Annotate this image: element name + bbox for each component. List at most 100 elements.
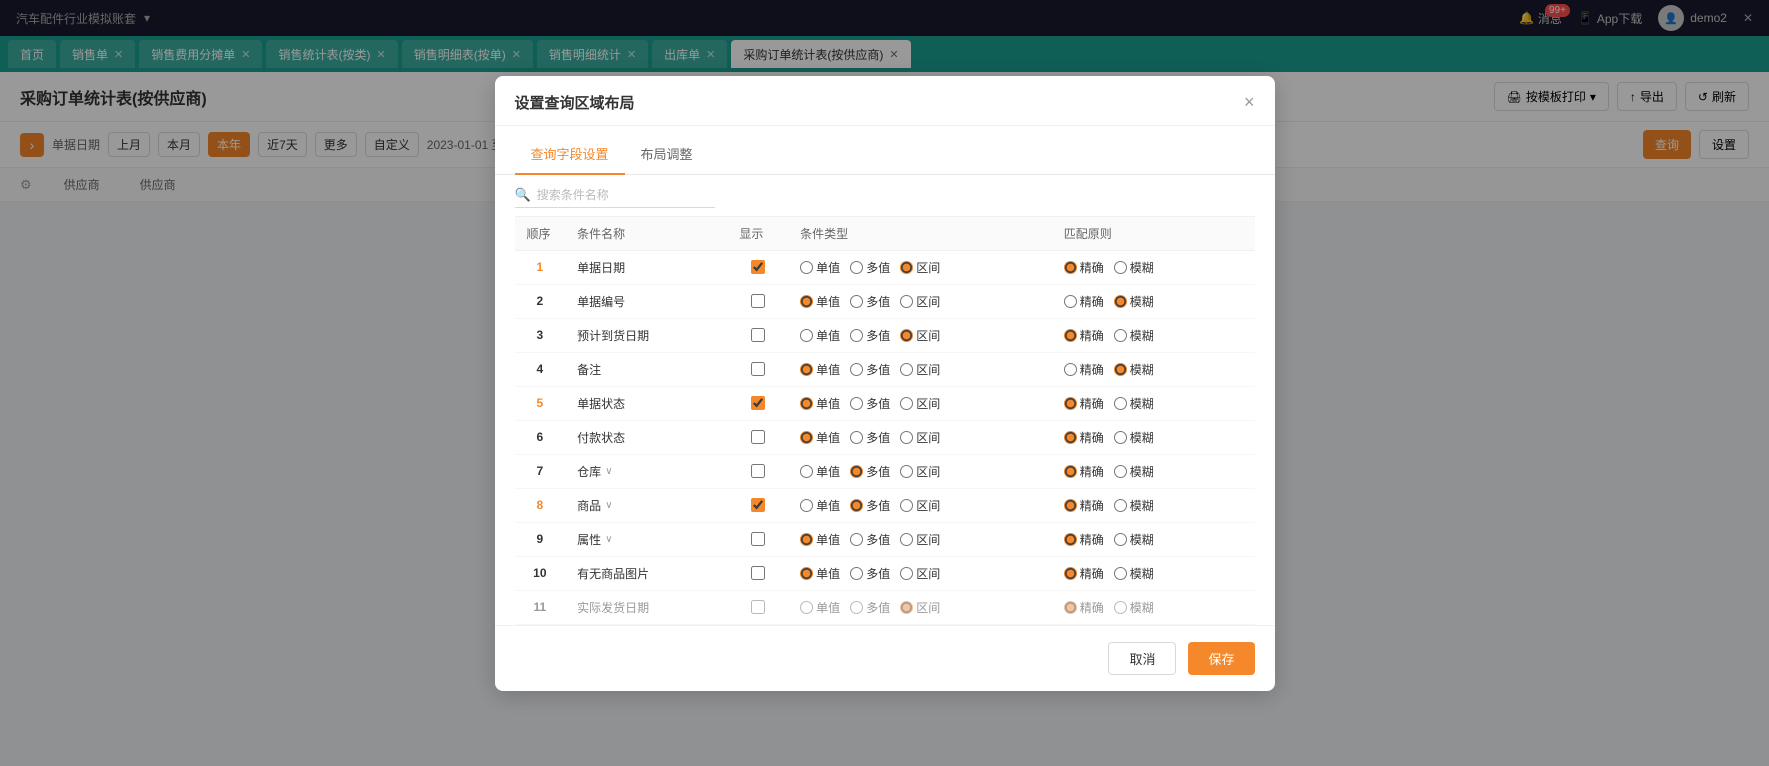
type-radio[interactable]: [800, 465, 813, 478]
row-show[interactable]: [727, 284, 788, 318]
type-radio[interactable]: [850, 499, 863, 512]
match-radio-item[interactable]: 模糊: [1114, 293, 1154, 310]
match-radio[interactable]: [1064, 601, 1077, 614]
type-radio[interactable]: [850, 363, 863, 376]
type-radio-item[interactable]: 区间: [900, 395, 940, 412]
match-radio[interactable]: [1114, 601, 1127, 614]
type-radio-item[interactable]: 单值: [800, 259, 840, 276]
type-radio-item[interactable]: 单值: [800, 327, 840, 344]
type-radio[interactable]: [850, 397, 863, 410]
match-radio[interactable]: [1064, 431, 1077, 444]
type-radio[interactable]: [900, 397, 913, 410]
type-radio-item[interactable]: 区间: [900, 259, 940, 276]
row-show[interactable]: [727, 250, 788, 284]
type-radio-item[interactable]: 多值: [850, 429, 890, 446]
type-radio-item[interactable]: 单值: [800, 429, 840, 446]
type-radio[interactable]: [800, 533, 813, 546]
match-radio-item[interactable]: 精确: [1064, 429, 1104, 446]
show-checkbox[interactable]: [751, 328, 765, 342]
match-radio[interactable]: [1114, 329, 1127, 342]
match-radio[interactable]: [1064, 261, 1077, 274]
match-radio-item[interactable]: 模糊: [1114, 327, 1154, 344]
type-radio[interactable]: [900, 567, 913, 580]
row-show[interactable]: [727, 318, 788, 352]
type-radio[interactable]: [900, 533, 913, 546]
match-radio-item[interactable]: 精确: [1064, 565, 1104, 582]
type-radio-item[interactable]: 单值: [800, 497, 840, 514]
match-radio[interactable]: [1064, 295, 1077, 308]
type-radio-item[interactable]: 单值: [800, 395, 840, 412]
type-radio-item[interactable]: 多值: [850, 531, 890, 548]
type-radio-item[interactable]: 多值: [850, 361, 890, 378]
type-radio[interactable]: [900, 261, 913, 274]
type-radio[interactable]: [850, 431, 863, 444]
type-radio[interactable]: [900, 499, 913, 512]
match-radio[interactable]: [1064, 499, 1077, 512]
search-input[interactable]: [537, 188, 697, 202]
match-radio[interactable]: [1064, 465, 1077, 478]
dialog-close-btn[interactable]: ×: [1244, 92, 1255, 113]
match-radio[interactable]: [1064, 329, 1077, 342]
type-radio-item[interactable]: 单值: [800, 565, 840, 582]
match-radio-item[interactable]: 模糊: [1114, 497, 1154, 514]
type-radio-item[interactable]: 多值: [850, 395, 890, 412]
match-radio-item[interactable]: 精确: [1064, 259, 1104, 276]
match-radio[interactable]: [1064, 397, 1077, 410]
row-show[interactable]: [727, 488, 788, 522]
row-show[interactable]: [727, 420, 788, 454]
tab-query-fields[interactable]: 查询字段设置: [515, 138, 625, 175]
match-radio-item[interactable]: 精确: [1064, 327, 1104, 344]
match-radio-item[interactable]: 精确: [1064, 599, 1104, 616]
type-radio-item[interactable]: 区间: [900, 497, 940, 514]
type-radio-item[interactable]: 多值: [850, 293, 890, 310]
row-show[interactable]: [727, 352, 788, 386]
row-show[interactable]: [727, 386, 788, 420]
type-radio-item[interactable]: 单值: [800, 293, 840, 310]
type-radio-item[interactable]: 区间: [900, 293, 940, 310]
type-radio-item[interactable]: 区间: [900, 463, 940, 480]
match-radio-item[interactable]: 精确: [1064, 293, 1104, 310]
show-checkbox[interactable]: [751, 396, 765, 410]
show-checkbox[interactable]: [751, 600, 765, 614]
row-show[interactable]: [727, 522, 788, 556]
show-checkbox[interactable]: [751, 294, 765, 308]
match-radio[interactable]: [1114, 363, 1127, 376]
match-radio[interactable]: [1114, 533, 1127, 546]
match-radio[interactable]: [1114, 295, 1127, 308]
type-radio[interactable]: [800, 499, 813, 512]
type-radio[interactable]: [850, 295, 863, 308]
type-radio[interactable]: [800, 397, 813, 410]
row-show[interactable]: [727, 556, 788, 590]
type-radio[interactable]: [800, 329, 813, 342]
match-radio-item[interactable]: 模糊: [1114, 599, 1154, 616]
match-radio[interactable]: [1114, 431, 1127, 444]
type-radio-item[interactable]: 单值: [800, 463, 840, 480]
match-radio[interactable]: [1114, 397, 1127, 410]
match-radio-item[interactable]: 模糊: [1114, 395, 1154, 412]
type-radio-item[interactable]: 多值: [850, 259, 890, 276]
match-radio-item[interactable]: 精确: [1064, 361, 1104, 378]
match-radio-item[interactable]: 模糊: [1114, 565, 1154, 582]
show-checkbox[interactable]: [751, 532, 765, 546]
type-radio[interactable]: [800, 431, 813, 444]
type-radio[interactable]: [850, 601, 863, 614]
type-radio-item[interactable]: 多值: [850, 497, 890, 514]
show-checkbox[interactable]: [751, 464, 765, 478]
type-radio[interactable]: [900, 465, 913, 478]
type-radio[interactable]: [900, 295, 913, 308]
match-radio-item[interactable]: 精确: [1064, 497, 1104, 514]
type-radio[interactable]: [800, 261, 813, 274]
tab-layout[interactable]: 布局调整: [625, 138, 709, 175]
match-radio-item[interactable]: 精确: [1064, 531, 1104, 548]
match-radio[interactable]: [1114, 499, 1127, 512]
type-radio-item[interactable]: 区间: [900, 531, 940, 548]
type-radio-item[interactable]: 单值: [800, 531, 840, 548]
match-radio[interactable]: [1064, 533, 1077, 546]
type-radio-item[interactable]: 区间: [900, 429, 940, 446]
match-radio[interactable]: [1114, 465, 1127, 478]
match-radio-item[interactable]: 模糊: [1114, 429, 1154, 446]
show-checkbox[interactable]: [751, 566, 765, 580]
show-checkbox[interactable]: [751, 260, 765, 274]
save-btn[interactable]: 保存: [1188, 642, 1254, 675]
match-radio[interactable]: [1064, 567, 1077, 580]
